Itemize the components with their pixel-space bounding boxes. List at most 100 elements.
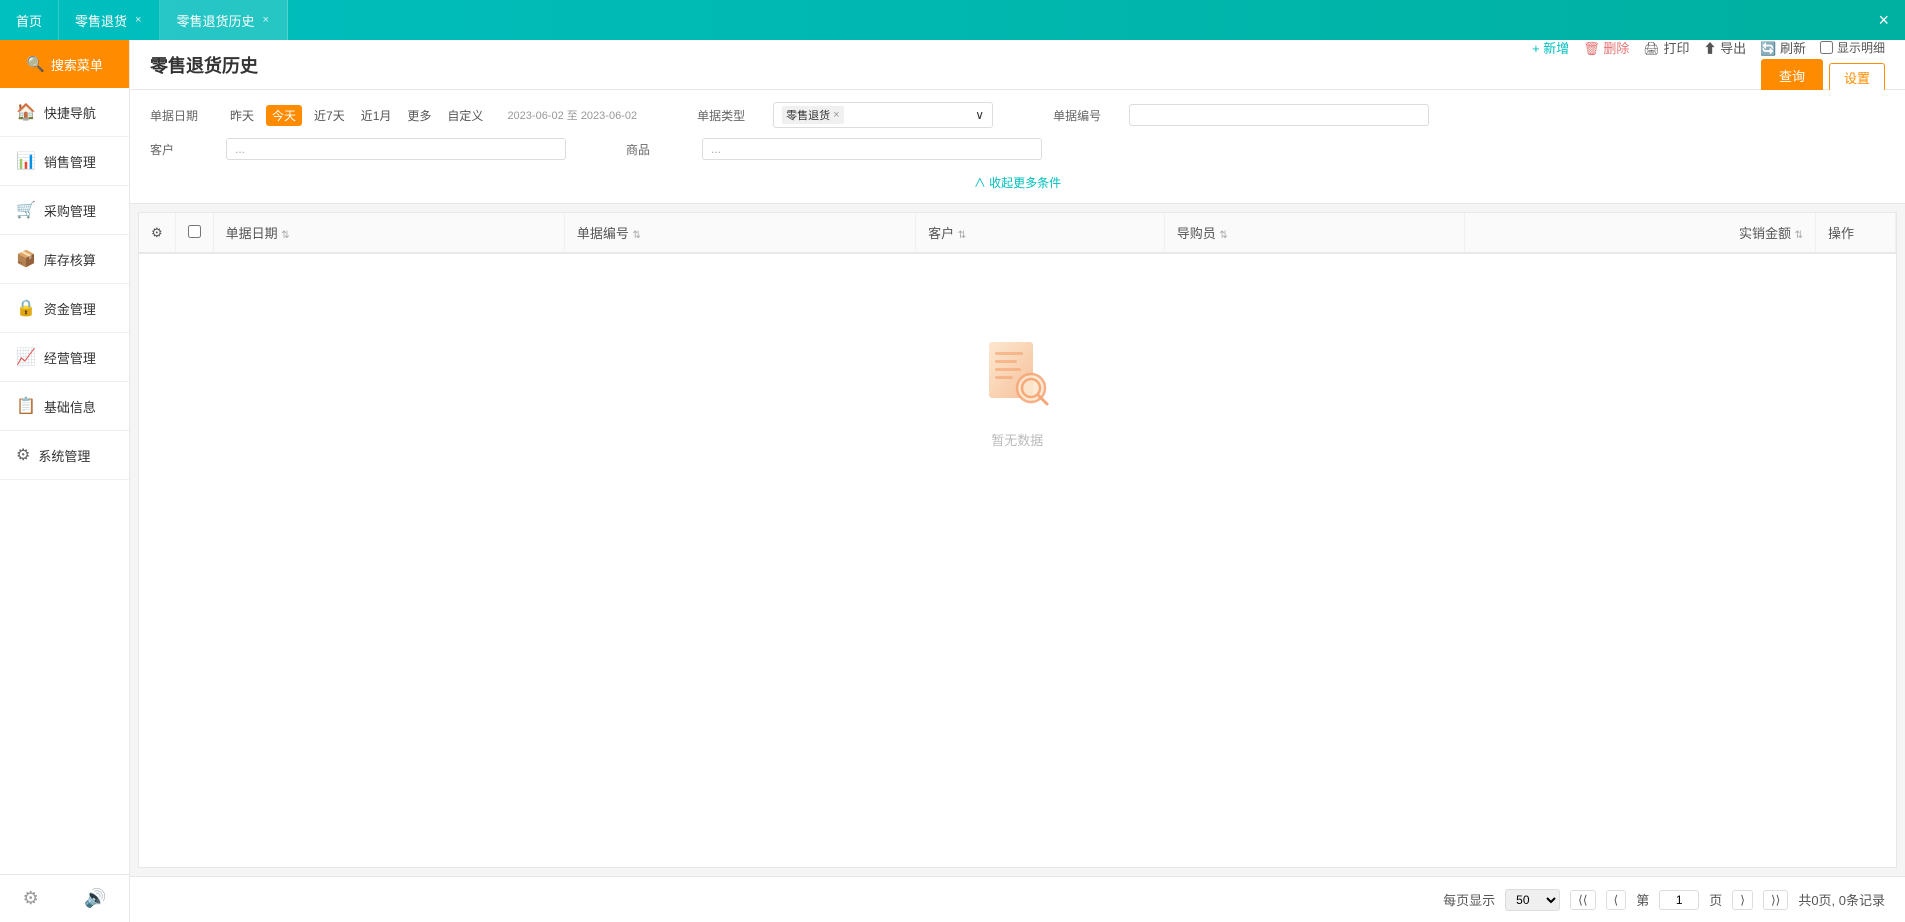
empty-state: 暂无数据: [139, 254, 1896, 529]
table-checkbox-col[interactable]: [175, 213, 213, 253]
per-page-select[interactable]: 50 10 20 100: [1505, 889, 1560, 911]
date-btn-more[interactable]: 更多: [403, 105, 435, 126]
customer-filter-ellipsis: ...: [235, 142, 245, 156]
sidebar-search[interactable]: 🔍 搜索菜单: [0, 40, 129, 88]
sidebar-item-purchase-mgmt[interactable]: 🛒 采购管理: [0, 186, 129, 235]
date-btn-custom[interactable]: 自定义: [443, 105, 487, 126]
goods-filter-select[interactable]: ...: [702, 138, 1042, 160]
table-header-row: ⚙ 单据日期 ⇅ 单据编号 ⇅: [139, 213, 1896, 253]
filter-area: 单据日期 昨天 今天 近7天 近1月 更多 自定义 2023-06-02 至 2…: [130, 90, 1905, 204]
col-guide-label: 导购员: [1177, 226, 1216, 241]
date-btn-1month[interactable]: 近1月: [357, 105, 396, 126]
sidebar-item-operations-label: 经营管理: [44, 348, 96, 367]
customer-filter-select[interactable]: ...: [226, 138, 566, 160]
table-settings-icon[interactable]: ⚙: [151, 225, 163, 240]
show-detail-input[interactable]: [1820, 41, 1833, 54]
sidebar-item-finance[interactable]: 🔒 资金管理: [0, 284, 129, 333]
table-head: ⚙ 单据日期 ⇅ 单据编号 ⇅: [139, 213, 1896, 253]
query-button[interactable]: 查询: [1761, 59, 1823, 92]
tab-retail-return-history[interactable]: 零售退货历史 ×: [160, 0, 287, 40]
last-page-button[interactable]: ⟩⟩: [1763, 890, 1788, 910]
type-filter-select[interactable]: 零售退货 × ∨: [773, 102, 993, 128]
sidebar-item-inventory[interactable]: 📦 库存核算: [0, 235, 129, 284]
first-page-button[interactable]: ⟨⟨: [1570, 890, 1595, 910]
filter-row-date: 单据日期 昨天 今天 近7天 近1月 更多 自定义 2023-06-02 至 2…: [150, 102, 1885, 128]
delete-button[interactable]: 🗑 删除: [1583, 40, 1629, 57]
inventory-icon: 📦: [16, 249, 36, 269]
settings-bottom-icon[interactable]: ⚙: [23, 888, 39, 909]
col-amount-label: 实销金额: [1739, 226, 1791, 241]
show-detail-label: 显示明细: [1837, 40, 1885, 56]
empty-state-cell: 暂无数据: [139, 253, 1896, 529]
col-customer-sort: ⇅: [958, 230, 966, 241]
refresh-button[interactable]: 🔄 刷新: [1760, 40, 1806, 57]
tab-retail-return-history-label: 零售退货历史: [176, 11, 254, 30]
col-number[interactable]: 单据编号 ⇅: [564, 213, 915, 253]
page-unit-label: 页: [1709, 890, 1722, 909]
col-customer[interactable]: 客户 ⇅: [916, 213, 1165, 253]
empty-illustration: [977, 334, 1057, 414]
col-amount-sort: ⇅: [1795, 230, 1803, 241]
sidebar-item-sales-mgmt[interactable]: 📊 销售管理: [0, 137, 129, 186]
show-detail-checkbox[interactable]: 显示明细: [1820, 40, 1885, 56]
collapse-row[interactable]: ∧ 收起更多条件: [150, 170, 1885, 199]
col-number-label: 单据编号: [577, 226, 629, 241]
data-table: ⚙ 单据日期 ⇅ 单据编号 ⇅: [139, 213, 1896, 529]
sidebar-item-basic-info[interactable]: 📋 基础信息: [0, 382, 129, 431]
col-guide[interactable]: 导购员 ⇅: [1164, 213, 1464, 253]
date-range-value: 2023-06-02 至 2023-06-02: [507, 107, 637, 123]
collapse-button[interactable]: ∧ 收起更多条件: [974, 174, 1061, 191]
sidebar-item-sales-label: 销售管理: [44, 152, 96, 171]
main-layout: 🔍 搜索菜单 🏠 快捷导航 📊 销售管理 🛒 采购管理 📦 库存核算 🔒: [0, 40, 1905, 922]
date-filter-label: 单据日期: [150, 107, 206, 124]
number-filter-input[interactable]: [1129, 104, 1429, 126]
tab-home[interactable]: 首页: [0, 0, 59, 40]
col-amount[interactable]: 实销金额 ⇅: [1464, 213, 1815, 253]
page-number-input[interactable]: [1659, 890, 1699, 910]
type-filter-tag-value: 零售退货: [786, 107, 830, 123]
total-text: 共0页, 0条记录: [1798, 890, 1885, 909]
prev-page-button[interactable]: ⟨: [1606, 890, 1627, 910]
sales-icon: 📊: [16, 151, 36, 171]
type-filter-tag-close[interactable]: ×: [833, 109, 839, 121]
system-icon: ⚙: [16, 445, 30, 465]
date-btn-yesterday[interactable]: 昨天: [226, 105, 258, 126]
date-filter: 昨天 今天 近7天 近1月 更多 自定义: [226, 105, 487, 126]
new-button[interactable]: + 新增: [1532, 40, 1569, 57]
goods-filter-ellipsis: ...: [711, 142, 721, 156]
tab-retail-return[interactable]: 零售退货 ×: [59, 0, 160, 40]
tab-retail-return-history-close[interactable]: ×: [260, 12, 270, 28]
print-button[interactable]: 🖨 打印: [1643, 40, 1689, 57]
home-icon: 🏠: [16, 102, 36, 122]
export-button[interactable]: ⬆ 导出: [1704, 40, 1747, 57]
tab-home-label: 首页: [16, 11, 42, 30]
col-action: 操作: [1816, 213, 1896, 253]
next-page-button[interactable]: ⟩: [1732, 890, 1753, 910]
per-page-label: 每页显示: [1443, 890, 1495, 909]
tab-retail-return-close[interactable]: ×: [133, 12, 143, 28]
sidebar-item-quick-nav[interactable]: 🏠 快捷导航: [0, 88, 129, 137]
sidebar-item-operations[interactable]: 📈 经营管理: [0, 333, 129, 382]
empty-state-row: 暂无数据: [139, 253, 1896, 529]
search-icon: 🔍: [26, 55, 45, 73]
customer-filter-label: 客户: [150, 141, 206, 158]
window-close-button[interactable]: ×: [1862, 10, 1905, 31]
table-body: 暂无数据: [139, 253, 1896, 529]
table-settings-col[interactable]: ⚙: [139, 213, 175, 253]
col-date[interactable]: 单据日期 ⇅: [213, 213, 564, 253]
audio-icon[interactable]: 🔊: [84, 888, 106, 909]
content-area: 零售退货历史 + 新增 🗑 删除 🖨 打印 ⬆ 导出 🔄 刷新 显示明细 查询 …: [130, 40, 1905, 922]
sidebar-item-system-mgmt[interactable]: ⚙ 系统管理: [0, 431, 129, 480]
sidebar-item-system-label: 系统管理: [38, 446, 90, 465]
col-number-sort: ⇅: [633, 230, 641, 241]
sidebar-item-quick-nav-label: 快捷导航: [44, 103, 96, 122]
setting-button[interactable]: 设置: [1829, 63, 1885, 92]
header-btns-row: + 新增 🗑 删除 🖨 打印 ⬆ 导出 🔄 刷新 显示明细: [1532, 40, 1885, 57]
col-customer-label: 客户: [928, 226, 954, 241]
type-filter-tag: 零售退货 ×: [782, 106, 843, 124]
date-btn-7days[interactable]: 近7天: [310, 105, 349, 126]
select-all-checkbox[interactable]: [188, 225, 201, 238]
col-date-sort: ⇅: [281, 230, 289, 241]
date-btn-today[interactable]: 今天: [266, 105, 302, 126]
type-filter-dropdown-icon: ∨: [975, 108, 984, 122]
